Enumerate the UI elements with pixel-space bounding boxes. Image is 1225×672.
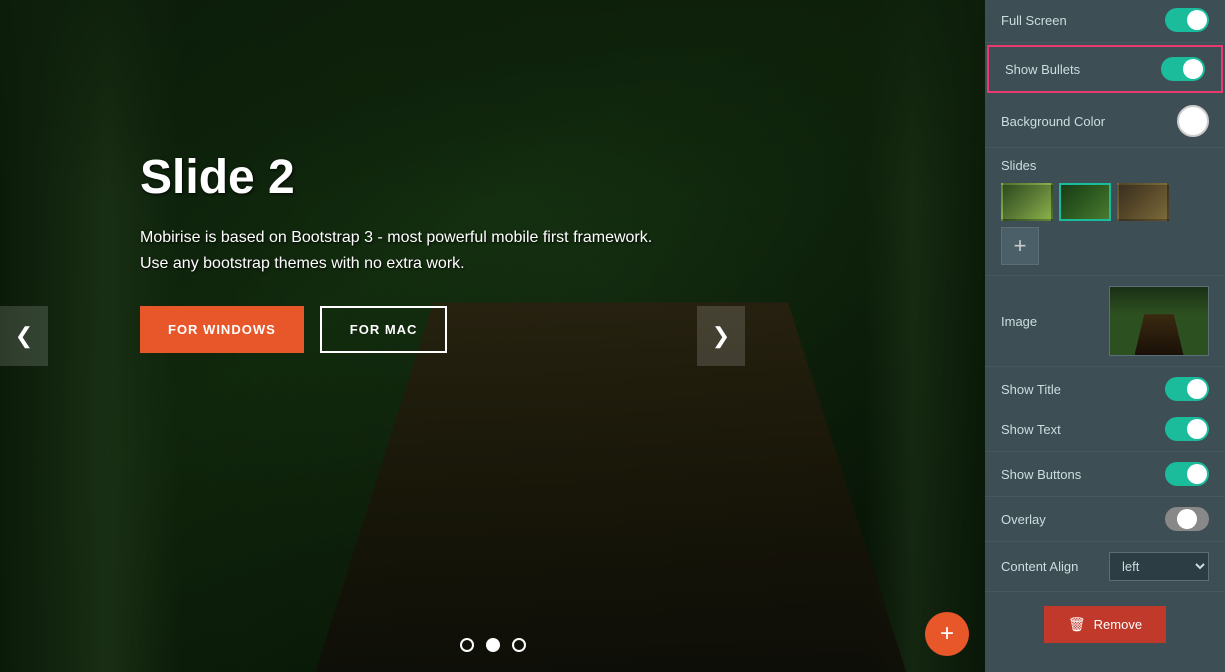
full-screen-toggle-slider bbox=[1165, 8, 1209, 32]
slider-area: Slide 2 Mobirise is based on Bootstrap 3… bbox=[0, 0, 985, 672]
plus-icon: + bbox=[940, 620, 954, 648]
prev-arrow-button[interactable]: ❮ bbox=[0, 306, 48, 366]
slide-dots bbox=[460, 638, 526, 652]
show-text-row: Show Text bbox=[985, 407, 1225, 452]
background-color-swatch[interactable] bbox=[1177, 105, 1209, 137]
show-buttons-row: Show Buttons bbox=[985, 452, 1225, 497]
full-screen-row: Full Screen bbox=[985, 0, 1225, 43]
show-title-label: Show Title bbox=[1001, 382, 1061, 397]
slides-section: Slides + bbox=[985, 148, 1225, 276]
show-buttons-label: Show Buttons bbox=[1001, 467, 1081, 482]
background-color-label: Background Color bbox=[1001, 114, 1105, 129]
image-path-simulation bbox=[1135, 314, 1184, 355]
slides-thumbnails: + bbox=[1001, 183, 1209, 265]
add-slide-button[interactable]: + bbox=[1001, 227, 1039, 265]
full-screen-label: Full Screen bbox=[1001, 13, 1067, 28]
show-buttons-toggle-slider bbox=[1165, 462, 1209, 486]
slide-thumb-1[interactable] bbox=[1001, 183, 1053, 221]
overlay-toggle-slider bbox=[1165, 507, 1209, 531]
remove-label: Remove bbox=[1094, 617, 1142, 632]
background-color-row: Background Color bbox=[985, 95, 1225, 148]
slide-dot-2[interactable] bbox=[486, 638, 500, 652]
settings-panel: Full Screen Show Bullets Background Colo… bbox=[985, 0, 1225, 672]
slide-thumb-2[interactable] bbox=[1059, 183, 1111, 221]
slides-label: Slides bbox=[1001, 158, 1209, 173]
slide-content: Slide 2 Mobirise is based on Bootstrap 3… bbox=[140, 150, 680, 353]
show-title-toggle-slider bbox=[1165, 377, 1209, 401]
show-title-toggle[interactable] bbox=[1165, 377, 1209, 401]
overlay-label: Overlay bbox=[1001, 512, 1046, 527]
full-screen-toggle[interactable] bbox=[1165, 8, 1209, 32]
slide-dot-1[interactable] bbox=[460, 638, 474, 652]
overlay-row: Overlay bbox=[985, 497, 1225, 542]
slide-thumb-3[interactable] bbox=[1117, 183, 1169, 221]
content-align-select[interactable]: left center right bbox=[1109, 552, 1209, 581]
show-text-label: Show Text bbox=[1001, 422, 1061, 437]
show-text-toggle[interactable] bbox=[1165, 417, 1209, 441]
slide-dot-3[interactable] bbox=[512, 638, 526, 652]
mac-button[interactable]: FOR MAC bbox=[320, 306, 448, 353]
windows-button[interactable]: FOR WINDOWS bbox=[140, 306, 304, 353]
slide-text: Mobirise is based on Bootstrap 3 - most … bbox=[140, 225, 680, 276]
next-chevron-icon: ❯ bbox=[712, 323, 730, 349]
show-buttons-toggle[interactable] bbox=[1165, 462, 1209, 486]
show-bullets-toggle[interactable] bbox=[1161, 57, 1205, 81]
content-align-label: Content Align bbox=[1001, 559, 1078, 574]
image-label: Image bbox=[1001, 314, 1037, 329]
prev-chevron-icon: ❮ bbox=[15, 323, 33, 349]
show-bullets-row: Show Bullets bbox=[987, 45, 1223, 93]
remove-button[interactable]: 🗑 Remove bbox=[1044, 606, 1166, 643]
image-preview-inner bbox=[1110, 287, 1208, 355]
show-title-row: Show Title bbox=[985, 367, 1225, 407]
slide-title: Slide 2 bbox=[140, 150, 680, 205]
remove-section: 🗑 Remove bbox=[985, 606, 1225, 643]
trash-icon: 🗑 bbox=[1068, 616, 1086, 633]
show-bullets-label: Show Bullets bbox=[1005, 62, 1080, 77]
slide-buttons: FOR WINDOWS FOR MAC bbox=[140, 306, 680, 353]
show-text-toggle-slider bbox=[1165, 417, 1209, 441]
image-preview[interactable] bbox=[1109, 286, 1209, 356]
show-bullets-toggle-slider bbox=[1161, 57, 1205, 81]
content-align-row: Content Align left center right bbox=[985, 542, 1225, 592]
fab-add-button[interactable]: + bbox=[925, 612, 969, 656]
next-arrow-button[interactable]: ❯ bbox=[697, 306, 745, 366]
overlay-toggle[interactable] bbox=[1165, 507, 1209, 531]
image-section: Image bbox=[985, 276, 1225, 367]
